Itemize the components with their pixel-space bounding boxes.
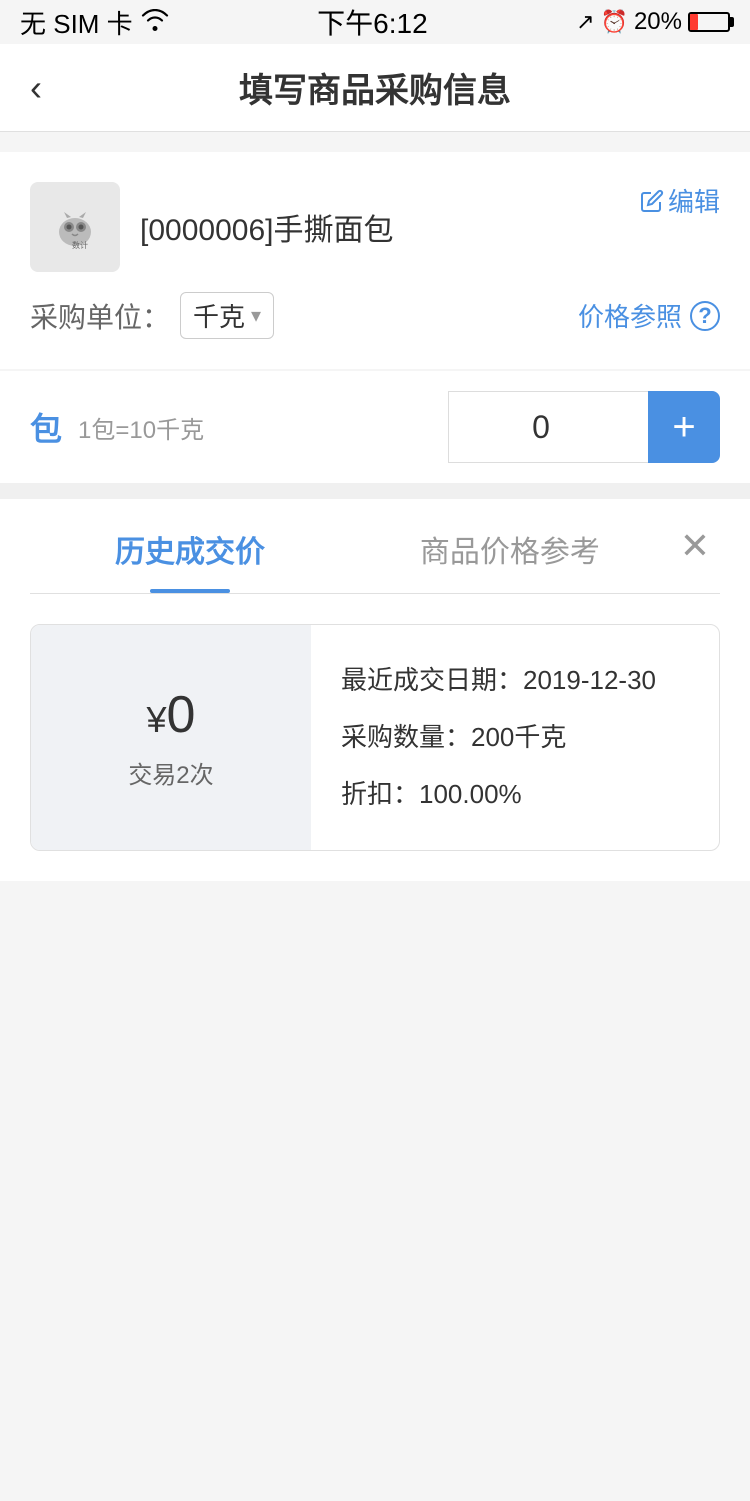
product-unit-row: 采购单位： 千克 ▾ 价格参照 ? [30, 292, 720, 339]
price-card-left: ¥0 交易2次 [31, 625, 311, 850]
tab-history-price[interactable]: 历史成交价 [30, 499, 350, 593]
quantity-unit-info: 包 1包=10千克 [30, 404, 204, 450]
status-time: 下午6:12 [317, 2, 428, 42]
recent-date: 最近成交日期：2019-12-30 [341, 661, 689, 700]
battery-icon [688, 12, 730, 32]
location-icon: ↗ [576, 9, 594, 35]
product-left: 数计 [0000006]手撕面包 [30, 182, 393, 272]
svg-text:数计: 数计 [72, 240, 88, 250]
trade-count: 交易2次 [128, 755, 213, 790]
purchase-qty: 采购数量：200千克 [341, 718, 689, 757]
product-thumbnail: 数计 [30, 182, 120, 272]
quantity-input[interactable] [448, 391, 648, 463]
package-unit-label: 包 [30, 404, 62, 450]
close-panel-button[interactable]: ✕ [670, 505, 720, 587]
price-panel: 历史成交价 商品价格参考 ✕ ¥0 交易2次 最近成交日期：2019-12-30… [0, 499, 750, 881]
nav-bar: ‹ 填写商品采购信息 [0, 44, 750, 132]
battery-percent: 20% [634, 8, 682, 36]
help-circle-icon: ? [690, 301, 720, 331]
quantity-input-group: + [448, 391, 720, 463]
quantity-row: 包 1包=10千克 + [0, 371, 750, 483]
product-card: 数计 [0000006]手撕面包 编辑 采购单位： 千克 ▾ 价格参照 ? [0, 152, 750, 369]
unit-dropdown[interactable]: 千克 ▾ [180, 292, 274, 339]
status-bar: 无 SIM 卡 下午6:12 ↗ ⏰ 20% [0, 0, 750, 44]
wifi-icon [141, 7, 169, 38]
product-header: 数计 [0000006]手撕面包 编辑 [30, 182, 720, 272]
dropdown-arrow-icon: ▾ [251, 303, 261, 328]
status-indicators: ↗ ⏰ 20% [576, 8, 730, 36]
page-title: 填写商品采购信息 [239, 63, 511, 112]
edit-button[interactable]: 编辑 [640, 182, 720, 219]
section-divider [0, 483, 750, 499]
product-name: [0000006]手撕面包 [140, 205, 393, 249]
back-button[interactable]: ‹ [30, 67, 42, 109]
conversion-rate: 1包=10千克 [78, 410, 204, 445]
alarm-icon: ⏰ [601, 9, 628, 35]
price-card: ¥0 交易2次 最近成交日期：2019-12-30 采购数量：200千克 折扣：… [30, 624, 720, 851]
unit-label: 采购单位： [30, 296, 170, 336]
price-reference-button[interactable]: 价格参照 ? [578, 297, 720, 334]
price-content: ¥0 交易2次 最近成交日期：2019-12-30 采购数量：200千克 折扣：… [30, 594, 720, 881]
status-carrier: 无 SIM 卡 [20, 4, 169, 41]
unit-value: 千克 [193, 297, 245, 334]
tab-reference-price[interactable]: 商品价格参考 [350, 499, 670, 593]
quantity-plus-button[interactable]: + [648, 391, 720, 463]
price-ref-label: 价格参照 [578, 297, 682, 334]
currency-symbol: ¥ [147, 699, 167, 740]
price-card-right: 最近成交日期：2019-12-30 采购数量：200千克 折扣：100.00% [311, 625, 719, 850]
edit-label: 编辑 [668, 182, 720, 219]
main-content-area [0, 881, 750, 1501]
price-value: 0 [167, 686, 196, 744]
price-tabs: 历史成交价 商品价格参考 ✕ [30, 499, 720, 594]
price-display: ¥0 [147, 685, 196, 745]
unit-selector: 采购单位： 千克 ▾ [30, 292, 274, 339]
discount: 折扣：100.00% [341, 775, 689, 814]
